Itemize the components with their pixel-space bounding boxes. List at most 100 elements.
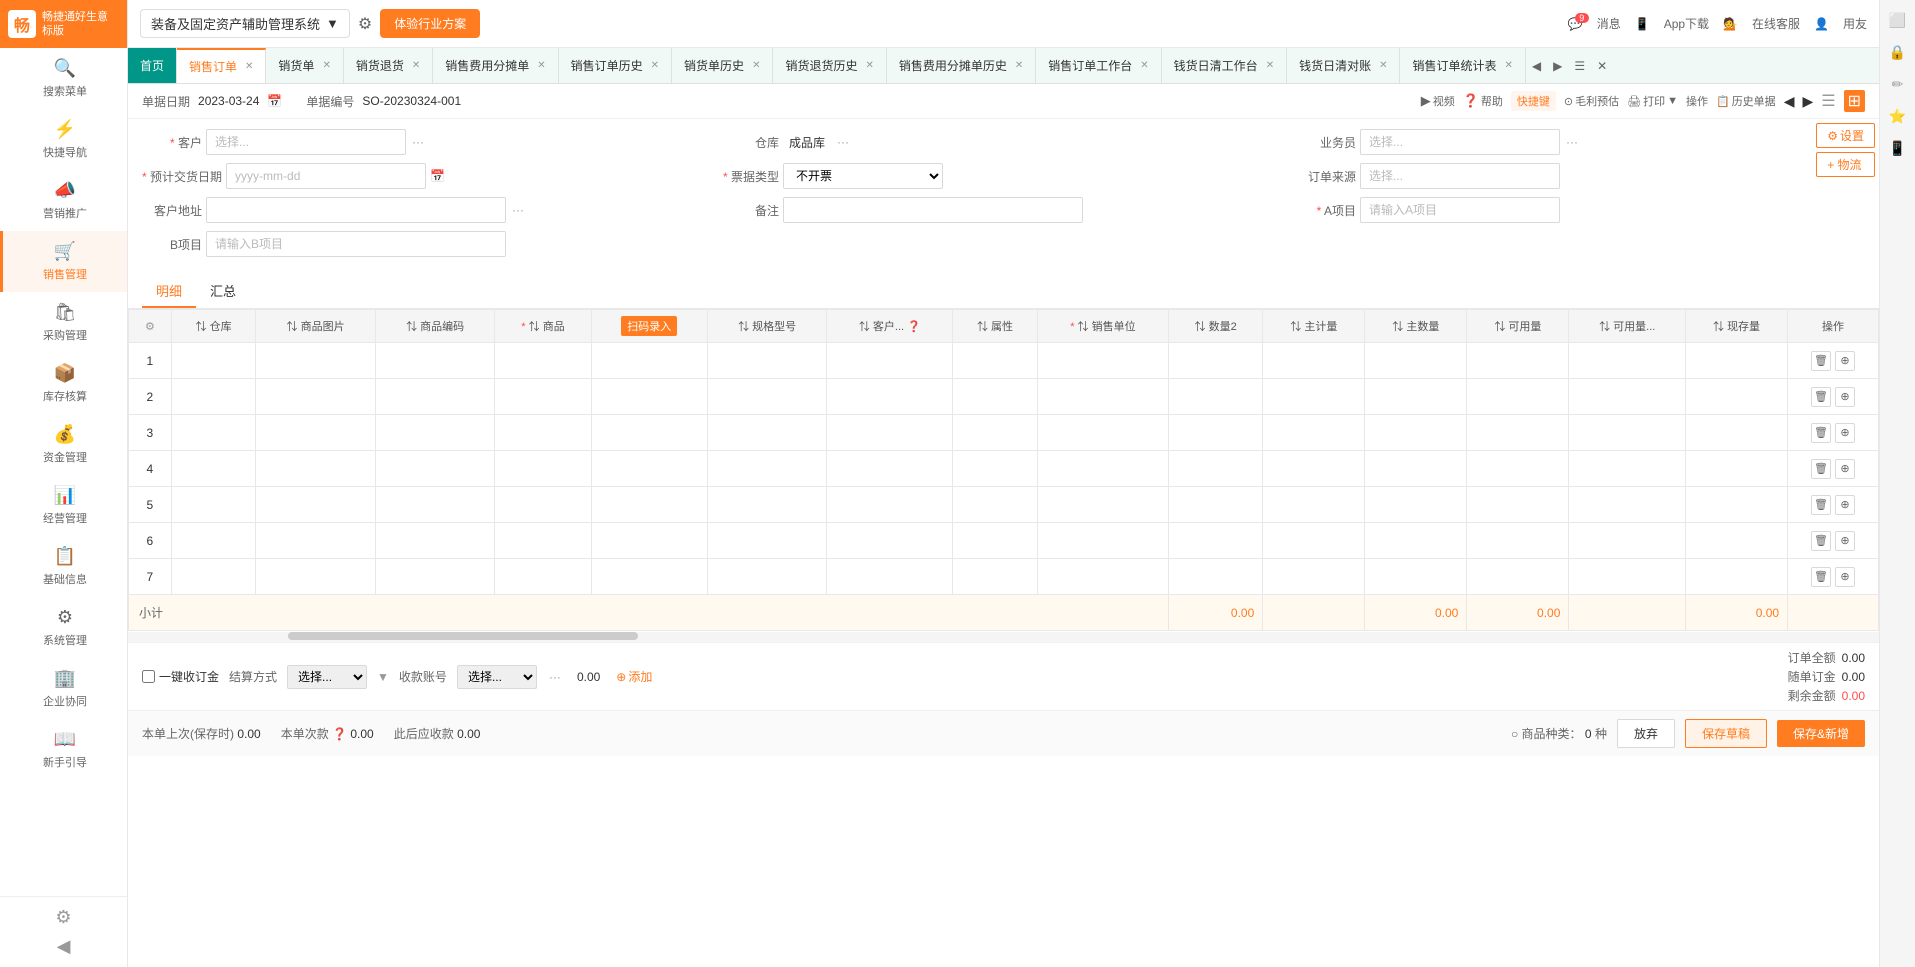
row-name[interactable] <box>495 559 591 595</box>
gear-col-icon[interactable]: ⚙ <box>145 321 155 333</box>
order-source-input[interactable] <box>1360 163 1560 189</box>
online-service-label[interactable]: 在线客服 <box>1752 15 1800 32</box>
right-panel-icon-3[interactable]: ✏ <box>1884 70 1912 98</box>
row-name[interactable] <box>495 415 591 451</box>
row-delete-btn[interactable]: 🗑 <box>1811 387 1831 407</box>
row-spec[interactable] <box>707 415 827 451</box>
add-link[interactable]: ⊕ 添加 <box>616 668 652 685</box>
tab-workbench-close[interactable]: ✕ <box>1140 60 1148 71</box>
remark-input[interactable] <box>783 197 1083 223</box>
print-btn[interactable]: 🖨 打印 ▼ <box>1627 93 1678 109</box>
tab-expense-history-close[interactable]: ✕ <box>1015 60 1023 71</box>
row-attr[interactable] <box>953 379 1038 415</box>
row-customer-code[interactable] <box>827 379 953 415</box>
row-unit[interactable] <box>1037 415 1168 451</box>
toolbar-nav-next[interactable]: ▶ <box>1802 93 1813 110</box>
row-name[interactable] <box>495 523 591 559</box>
row-delete-btn[interactable]: 🗑 <box>1811 351 1831 371</box>
right-panel-icon-2[interactable]: 🔒 <box>1884 38 1912 66</box>
help-btn[interactable]: ❓ 帮助 <box>1463 93 1503 109</box>
sidebar-item-enterprise[interactable]: 🏢 企业协同 <box>0 658 127 719</box>
tab-expense[interactable]: 销售费用分摊单 ✕ <box>433 48 558 84</box>
row-qty2[interactable] <box>1169 559 1263 595</box>
tab-order-history[interactable]: 销售订单历史 ✕ <box>559 48 672 84</box>
sidebar-item-business[interactable]: 📊 经营管理 <box>0 475 127 536</box>
history-btn[interactable]: 📋 历史单据 <box>1716 93 1776 109</box>
collapse-icon[interactable]: ◀ <box>57 936 71 957</box>
row-copy-btn[interactable]: ⊕ <box>1835 531 1855 551</box>
tab-sales-bill-close[interactable]: ✕ <box>322 60 330 71</box>
row-unit[interactable] <box>1037 343 1168 379</box>
row-delete-btn[interactable]: 🗑 <box>1811 567 1831 587</box>
row-main-qty[interactable] <box>1365 379 1467 415</box>
row-customer-code[interactable] <box>827 343 953 379</box>
row-qty2[interactable] <box>1169 523 1263 559</box>
tab-order-history-close[interactable]: ✕ <box>651 60 659 71</box>
row-unit[interactable] <box>1037 523 1168 559</box>
bank-more-btn[interactable]: ··· <box>549 670 561 684</box>
row-delete-btn[interactable]: 🗑 <box>1811 495 1831 515</box>
row-warehouse[interactable] <box>171 487 256 523</box>
tab-detail[interactable]: 明细 <box>142 275 196 308</box>
tab-expense-close[interactable]: ✕ <box>537 60 545 71</box>
th-scan[interactable]: 扫码录入 <box>591 310 707 343</box>
salesperson-more-btn[interactable]: ··· <box>1566 135 1578 149</box>
row-attr[interactable] <box>953 415 1038 451</box>
tab-daily-clear-close[interactable]: ✕ <box>1266 60 1274 71</box>
tab-next-btn[interactable]: ▶ <box>1547 48 1568 84</box>
row-main-qty[interactable] <box>1365 487 1467 523</box>
horizontal-scrollbar[interactable] <box>288 632 638 640</box>
tab-bill-history-close[interactable]: ✕ <box>752 60 760 71</box>
sidebar-item-guide[interactable]: 📖 新手引导 <box>0 719 127 780</box>
customer-more-btn[interactable]: ··· <box>412 135 424 149</box>
row-warehouse[interactable] <box>171 451 256 487</box>
settings-bottom-icon[interactable]: ⚙ <box>55 907 71 928</box>
tab-close-all-btn[interactable]: ✕ <box>1591 48 1613 84</box>
row-attr[interactable] <box>953 487 1038 523</box>
row-copy-btn[interactable]: ⊕ <box>1835 459 1855 479</box>
a-project-input[interactable] <box>1360 197 1560 223</box>
customer-input[interactable] <box>206 129 406 155</box>
discard-btn[interactable]: 放弃 <box>1617 719 1675 748</box>
right-panel-icon-1[interactable]: ⬜ <box>1884 6 1912 34</box>
tab-return-close[interactable]: ✕ <box>412 60 420 71</box>
right-panel-icon-5[interactable]: 📱 <box>1884 134 1912 162</box>
payment-method-select[interactable]: 选择... <box>287 665 367 689</box>
row-qty2[interactable] <box>1169 451 1263 487</box>
sidebar-item-search[interactable]: 🔍 搜索菜单 <box>0 48 127 109</box>
row-customer-code[interactable] <box>827 487 953 523</box>
quick-collect-checkbox[interactable]: 一键收订金 <box>142 668 219 685</box>
date-picker-icon[interactable]: 📅 <box>430 169 445 183</box>
shortcut-btn[interactable]: 快捷键 <box>1511 91 1556 111</box>
toolbar-list-view[interactable]: ☰ <box>1821 91 1835 111</box>
tab-expense-history[interactable]: 销售费用分摊单历史 ✕ <box>887 48 1036 84</box>
row-copy-btn[interactable]: ⊕ <box>1835 567 1855 587</box>
row-name[interactable] <box>495 379 591 415</box>
delivery-date-input[interactable] <box>226 163 426 189</box>
sidebar-item-system[interactable]: ⚙ 系统管理 <box>0 597 127 658</box>
tab-sales-bill[interactable]: 销货单 ✕ <box>266 48 343 84</box>
sidebar-item-basic[interactable]: 📋 基础信息 <box>0 536 127 597</box>
sidebar-item-marketing[interactable]: 📣 营销推广 <box>0 170 127 231</box>
row-unit[interactable] <box>1037 487 1168 523</box>
row-copy-btn[interactable]: ⊕ <box>1835 351 1855 371</box>
tab-sales-order[interactable]: 销售订单 ✕ <box>177 48 266 84</box>
row-code[interactable] <box>375 451 495 487</box>
top-gear-icon[interactable]: ⚙ <box>358 14 372 34</box>
row-warehouse[interactable] <box>171 559 256 595</box>
user-label[interactable]: 用友 <box>1843 15 1867 32</box>
tab-prev-btn[interactable]: ◀ <box>1526 48 1547 84</box>
row-copy-btn[interactable]: ⊕ <box>1835 495 1855 515</box>
row-delete-btn[interactable]: 🗑 <box>1811 423 1831 443</box>
row-unit[interactable] <box>1037 379 1168 415</box>
row-code[interactable] <box>375 523 495 559</box>
row-customer-code[interactable] <box>827 415 953 451</box>
row-code[interactable] <box>375 415 495 451</box>
row-attr[interactable] <box>953 451 1038 487</box>
tab-summary[interactable]: 汇总 <box>196 275 250 308</box>
app-download-label[interactable]: App下载 <box>1664 15 1709 32</box>
tab-reconcile[interactable]: 钱货日清对账 ✕ <box>1287 48 1400 84</box>
toolbar-grid-view[interactable]: ⊞ <box>1844 90 1865 112</box>
sidebar-item-quicknav[interactable]: ⚡ 快捷导航 <box>0 109 127 170</box>
app-selector[interactable]: 装备及固定资产辅助管理系统 ▼ <box>140 9 350 38</box>
